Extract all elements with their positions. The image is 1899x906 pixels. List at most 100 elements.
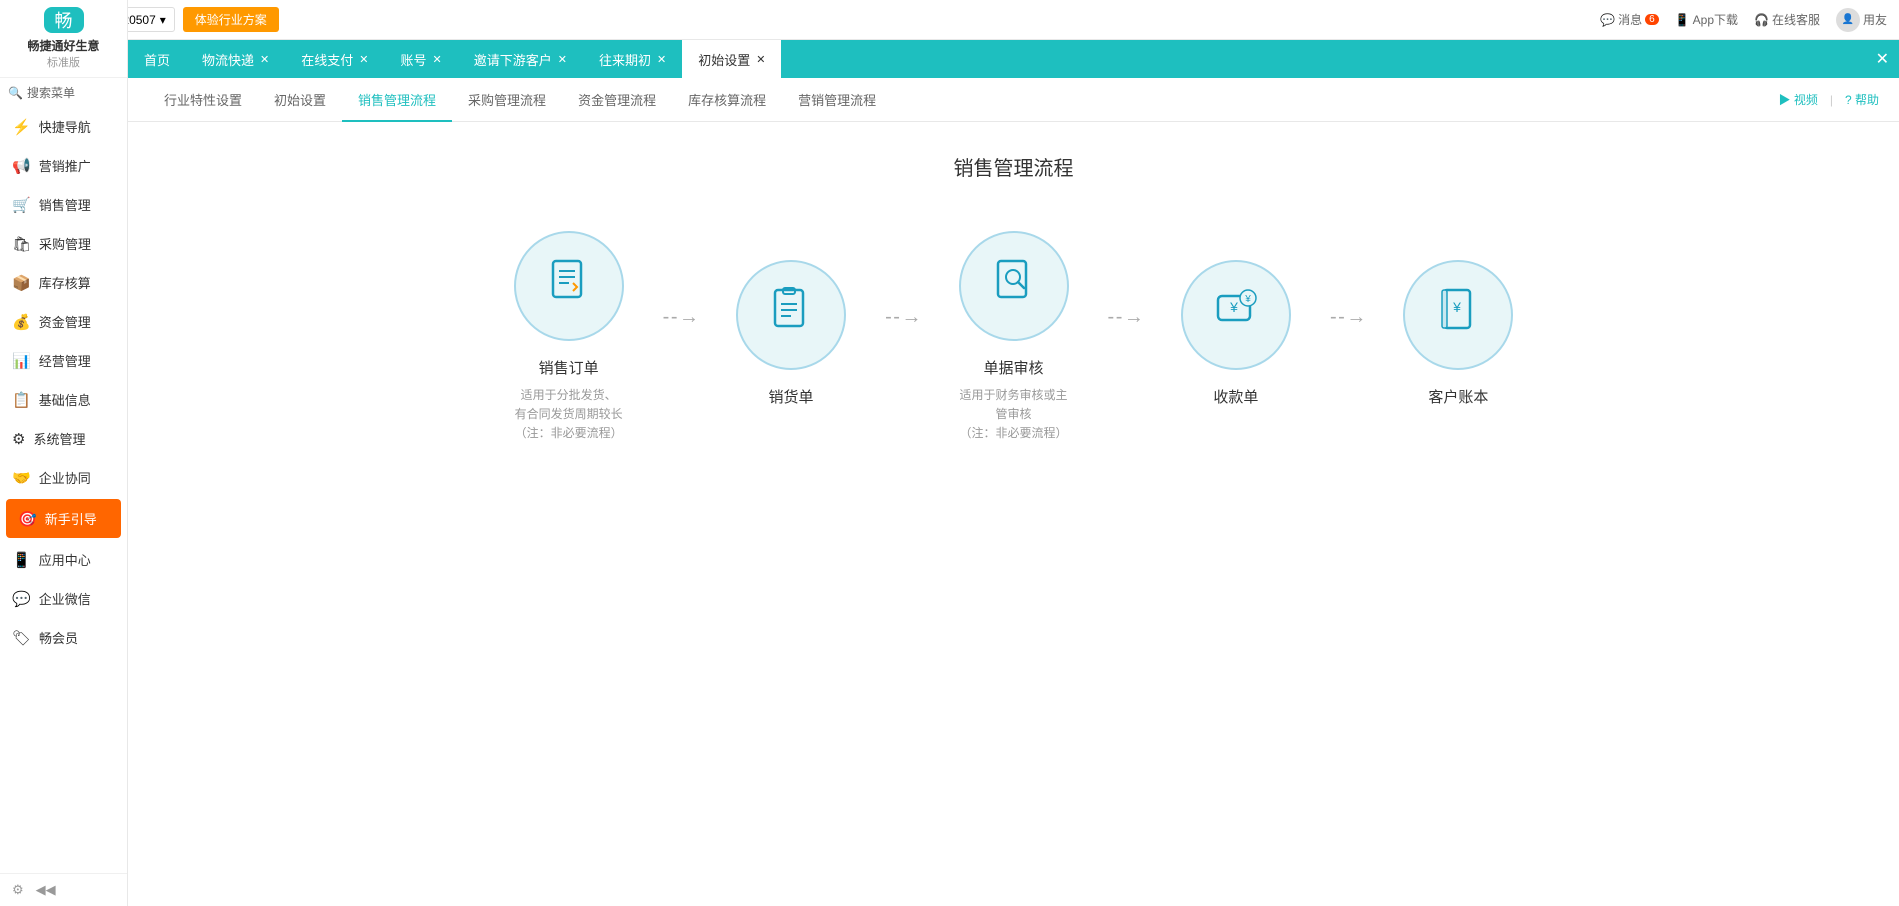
nav-tab-物流快递[interactable]: 物流快递✕ <box>186 40 285 78</box>
logo-text: 畅捷通好生意 <box>27 37 99 54</box>
settings-icon[interactable]: ⚙ <box>12 882 24 898</box>
nav-tab-初始设置[interactable]: 初始设置✕ <box>682 40 781 78</box>
app-download-button[interactable]: 📱 App下载 <box>1675 11 1738 28</box>
flow-circle-单据审核[interactable] <box>959 231 1069 341</box>
nav-tab-label: 在线支付 <box>301 50 353 69</box>
sidebar-logo: 畅 畅捷通好生意 标准版 <box>0 0 127 78</box>
sidebar-item-企业协同[interactable]: 🤝企业协同 <box>0 458 127 497</box>
sidebar-item-icon: 🎯 <box>18 510 37 528</box>
sidebar-item-营销推广[interactable]: 📢营销推广 <box>0 146 127 185</box>
flow-title: 销售管理流程 <box>168 152 1859 181</box>
sidebar-item-label: 基础信息 <box>39 390 91 409</box>
sidebar-item-icon: 🛒 <box>12 196 31 214</box>
sidebar-item-系统管理[interactable]: ⚙系统管理 <box>0 419 127 458</box>
message-label: 消息 <box>1618 11 1642 28</box>
sidebar-item-经营管理[interactable]: 📊经营管理 <box>0 341 127 380</box>
sidebar-item-企业微信[interactable]: 💬企业微信 <box>0 579 127 618</box>
nav-tab-邀请下游客户[interactable]: 邀请下游客户 ✕ <box>458 40 583 78</box>
sub-tab-资金管理流程[interactable]: 资金管理流程 <box>562 78 672 122</box>
logo-icon: 畅 <box>44 7 84 33</box>
nav-tab-label: 账号 <box>400 50 426 69</box>
sidebar-item-label: 系统管理 <box>33 429 85 448</box>
sub-tab-label: 资金管理流程 <box>578 90 656 109</box>
svg-text:¥: ¥ <box>1244 294 1251 305</box>
online-service-button[interactable]: 🎧 在线客服 <box>1754 11 1820 28</box>
flow-steps: 销售订单 适用于分批发货、有合同发货周期较长（注：非必要流程） - - → 销货… <box>168 231 1859 444</box>
flow-step-icon: ¥ <box>1434 286 1482 344</box>
app-download-label: App下载 <box>1693 11 1738 28</box>
sidebar-item-label: 库存核算 <box>39 273 91 292</box>
flow-step-客户账本: ¥ 客户账本 <box>1368 260 1548 415</box>
nav-tab-首页[interactable]: 首页 <box>128 40 186 78</box>
search-label: 搜索菜单 <box>27 84 75 101</box>
nav-tab-往来期初[interactable]: 往来期初✕ <box>583 40 682 78</box>
sidebar-item-新手引导[interactable]: 🎯 新手引导 <box>6 499 121 538</box>
flow-step-name: 单据审核 <box>983 357 1043 378</box>
svg-text:¥: ¥ <box>1452 299 1461 315</box>
avatar: 👤 <box>1836 8 1860 32</box>
chevron-down-icon: ▾ <box>160 13 166 27</box>
close-tab-icon[interactable]: ✕ <box>433 53 442 66</box>
nav-tab-账号[interactable]: 账号 ✕ <box>384 40 457 78</box>
sidebar-item-label: 应用中心 <box>39 550 91 569</box>
sidebar-item-畅会员[interactable]: 🏷 畅会员 <box>0 618 127 657</box>
flow-step-desc: 适用于财务审核或主管审核（注：非必要流程） <box>959 386 1067 444</box>
trial-button[interactable]: 体验行业方案 <box>183 7 279 32</box>
sidebar-bottom: ⚙ ◀◀ <box>0 873 127 906</box>
sidebar-item-快捷导航[interactable]: ⚡快捷导航 <box>0 107 127 146</box>
flow-step-单据审核: 单据审核 适用于财务审核或主管审核（注：非必要流程） <box>924 231 1104 444</box>
sidebar-item-icon: 📦 <box>12 274 31 292</box>
nav-tab-label: 邀请下游客户 <box>474 50 552 69</box>
message-button[interactable]: 💬 消息 6 <box>1600 11 1659 28</box>
flow-circle-收款单[interactable]: ¥¥ <box>1181 260 1291 370</box>
sidebar-item-采购管理[interactable]: 🛍采购管理 <box>0 224 127 263</box>
flow-circle-客户账本[interactable]: ¥ <box>1403 260 1513 370</box>
close-tab-icon[interactable]: ✕ <box>260 53 269 66</box>
sub-tab-行业特性设置[interactable]: 行业特性设置 <box>148 78 258 122</box>
sub-tab-label: 库存核算流程 <box>688 90 766 109</box>
flow-container: 销售管理流程 销售订单 适用于分批发货、有合同发货周期较长（注：非必要流程） -… <box>128 122 1899 494</box>
online-service-label: 在线客服 <box>1772 11 1820 28</box>
sidebar-item-库存核算[interactable]: 📦 库存核算 <box>0 263 127 302</box>
help-icon: ? <box>1845 93 1852 107</box>
sidebar-item-label: 新手引导 <box>45 509 97 528</box>
sidebar-item-资金管理[interactable]: 💰资金管理 <box>0 302 127 341</box>
flow-step-icon: ¥¥ <box>1212 286 1260 344</box>
help-link[interactable]: ? 帮助 <box>1845 91 1879 108</box>
close-tab-icon[interactable]: ✕ <box>657 53 666 66</box>
sub-tab-库存核算流程[interactable]: 库存核算流程 <box>672 78 782 122</box>
flow-arrow: - - → <box>1108 306 1142 369</box>
user-menu[interactable]: 👤 用友 <box>1836 8 1887 32</box>
flow-circle-销售订单[interactable] <box>514 231 624 341</box>
sub-tabs-right: ▶ 视频 | ? 帮助 <box>1778 91 1879 108</box>
sidebar-item-icon: 🏷 <box>12 629 31 647</box>
search-icon: 🔍 <box>8 86 23 100</box>
video-link[interactable]: ▶ 视频 <box>1778 91 1817 108</box>
flow-step-name: 客户账本 <box>1428 386 1488 407</box>
sidebar-item-label: 畅会员 <box>39 628 78 647</box>
close-tab-icon[interactable]: ✕ <box>359 53 368 66</box>
close-all-tabs[interactable]: ✕ <box>1866 49 1899 69</box>
sidebar-item-基础信息[interactable]: 📋基础信息 <box>0 380 127 419</box>
sub-tab-销售管理流程[interactable]: 销售管理流程 <box>342 78 452 122</box>
flow-arrow: - - → <box>1330 306 1364 369</box>
sidebar-item-应用中心[interactable]: 📱应用中心 <box>0 540 127 579</box>
flow-circle-销货单[interactable] <box>736 260 846 370</box>
sidebar-search[interactable]: 🔍 搜索菜单 <box>0 78 127 107</box>
main-content: 行业特性设置初始设置销售管理流程采购管理流程资金管理流程库存核算流程营销管理流程… <box>128 78 1899 906</box>
sidebar-item-label: 企业协同 <box>39 468 91 487</box>
flow-step-name: 收款单 <box>1213 386 1258 407</box>
sub-tab-营销管理流程[interactable]: 营销管理流程 <box>782 78 892 122</box>
collapse-icon[interactable]: ◀◀ <box>36 882 56 898</box>
sidebar-item-icon: 💬 <box>12 590 31 608</box>
close-tab-icon[interactable]: ✕ <box>558 53 567 66</box>
sub-tab-采购管理流程[interactable]: 采购管理流程 <box>452 78 562 122</box>
sub-tab-初始设置[interactable]: 初始设置 <box>258 78 342 122</box>
help-label: 帮助 <box>1855 93 1879 107</box>
sidebar-item-销售管理[interactable]: 🛒销售管理 <box>0 185 127 224</box>
close-tab-icon[interactable]: ✕ <box>756 53 765 66</box>
message-badge: 6 <box>1645 14 1659 25</box>
flow-step-desc: 适用于分批发货、有合同发货周期较长（注：非必要流程） <box>515 386 623 444</box>
sidebar-item-label: 经营管理 <box>39 351 91 370</box>
nav-tab-在线支付[interactable]: 在线支付 ✕ <box>285 40 384 78</box>
